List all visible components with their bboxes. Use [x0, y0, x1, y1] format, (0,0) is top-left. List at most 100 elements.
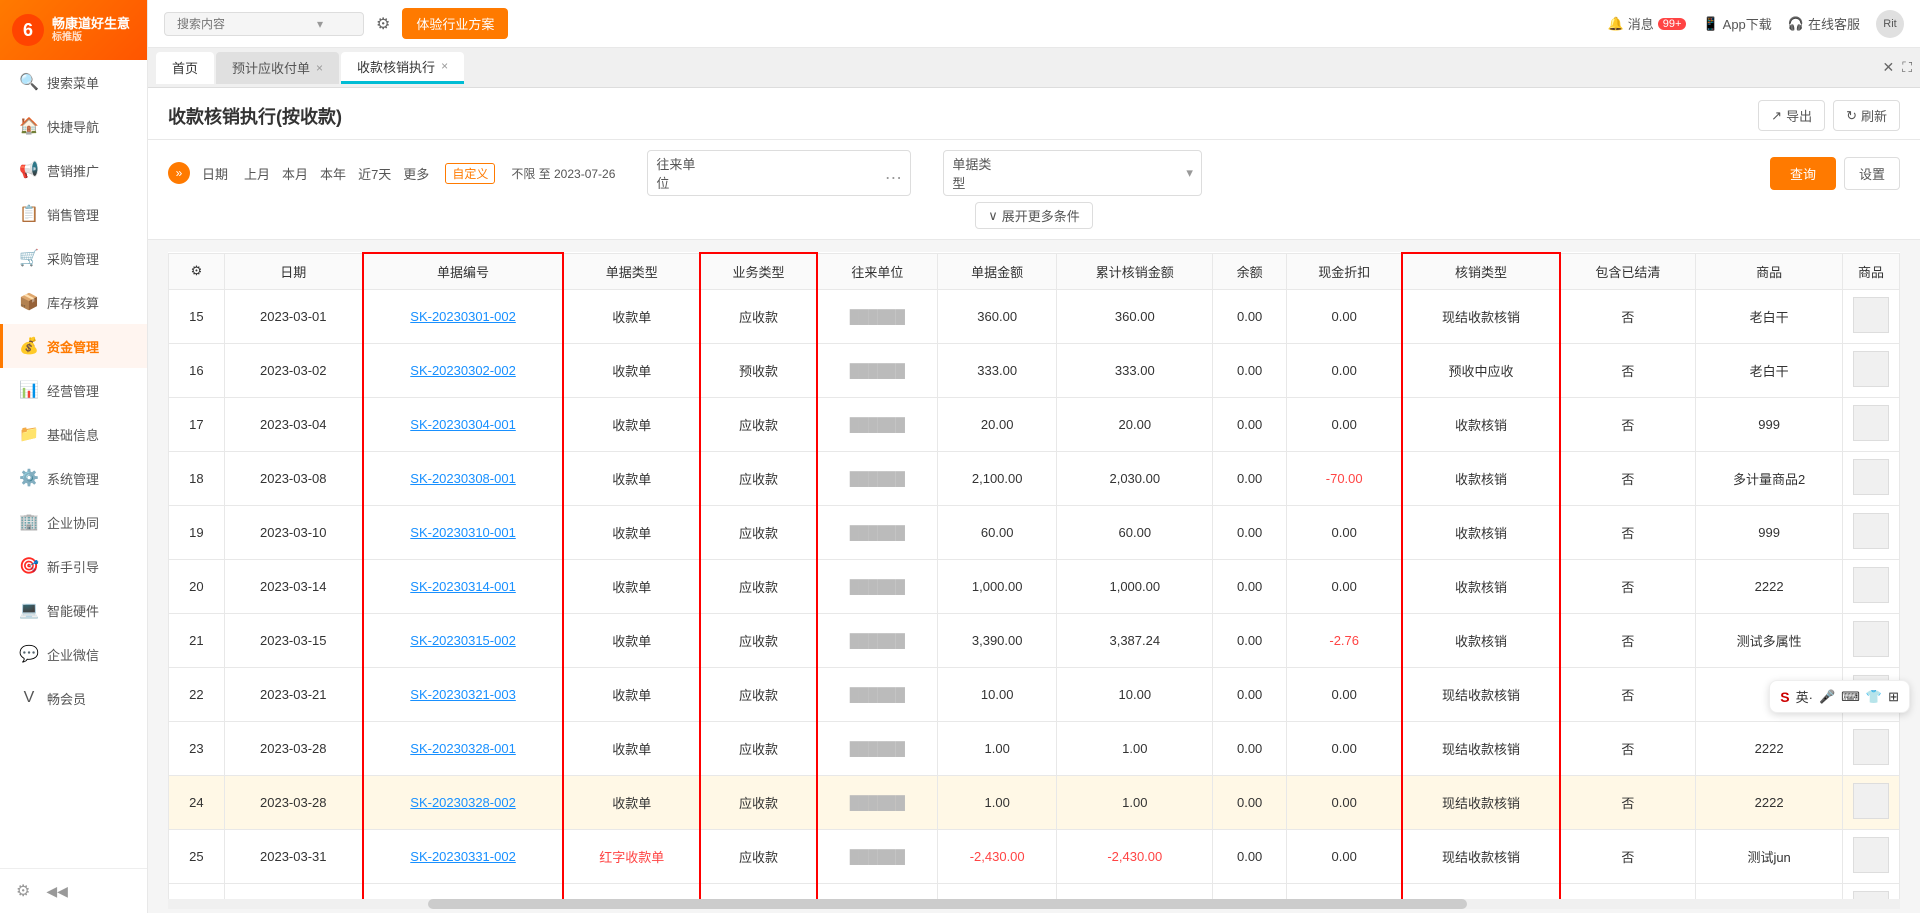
- bill-no-link[interactable]: SK-20230321-003: [410, 687, 516, 702]
- sidebar-item-member[interactable]: V 畅会员: [0, 676, 147, 720]
- user-avatar[interactable]: Rit: [1876, 10, 1904, 38]
- date-last-month-btn[interactable]: 上月: [240, 162, 274, 185]
- refresh-button[interactable]: ↻ 刷新: [1833, 100, 1900, 131]
- cell-partner: ██████: [817, 398, 938, 452]
- date-this-year-btn[interactable]: 本年: [316, 162, 350, 185]
- cell-amount: 1.00: [937, 722, 1056, 776]
- col-date[interactable]: 日期: [224, 253, 362, 290]
- cell-partner: ██████: [817, 506, 938, 560]
- partner-input[interactable]: [696, 166, 884, 181]
- sidebar-item-system[interactable]: ⚙️ 系统管理: [0, 456, 147, 500]
- topbar-right: 🔔 消息 99+ 📱 App下载 🎧 在线客服 Rit: [1608, 10, 1904, 38]
- col-goods2[interactable]: 商品: [1843, 253, 1900, 290]
- search-input[interactable]: [177, 17, 317, 31]
- cell-cash-discount: 0.00: [1287, 722, 1403, 776]
- bill-type-input[interactable]: [999, 166, 1186, 181]
- cell-partner: ██████: [817, 560, 938, 614]
- tab-home[interactable]: 首页: [156, 52, 214, 84]
- horizontal-scrollbar[interactable]: [168, 899, 1900, 909]
- date-more-btn[interactable]: 更多: [399, 162, 433, 185]
- page-header: 收款核销执行(按收款) ↗ 导出 ↻ 刷新: [148, 88, 1920, 140]
- sidebar-item-finance[interactable]: 💰 资金管理: [0, 324, 147, 368]
- solution-button[interactable]: 体验行业方案: [402, 8, 508, 39]
- tab-collection[interactable]: 收款核销执行 ×: [341, 52, 464, 84]
- sidebar-item-quick-nav[interactable]: 🏠 快捷导航: [0, 104, 147, 148]
- col-gear[interactable]: ⚙: [169, 253, 225, 290]
- cell-no: 20: [169, 560, 225, 614]
- service-area[interactable]: 🎧 在线客服: [1788, 14, 1860, 33]
- bill-no-link[interactable]: SK-20230308-001: [410, 471, 516, 486]
- tab-close-all-btn[interactable]: ✕: [1882, 59, 1894, 76]
- settings-icon[interactable]: ⚙: [16, 881, 30, 901]
- col-balance[interactable]: 余额: [1213, 253, 1287, 290]
- bill-no-link[interactable]: SK-20230315-002: [410, 633, 516, 648]
- tab-bar: 首页 预计应收付单 × 收款核销执行 × ✕ ⛶: [148, 48, 1920, 88]
- cell-balance: 0.00: [1213, 830, 1287, 884]
- table-row: 21 2023-03-15 SK-20230315-002 收款单 应收款 ██…: [169, 614, 1900, 668]
- col-cash-discount[interactable]: 现金折扣: [1287, 253, 1403, 290]
- settings-button[interactable]: 设置: [1844, 157, 1900, 190]
- col-goods[interactable]: 商品: [1696, 253, 1843, 290]
- col-bill-no[interactable]: 单据编号: [363, 253, 564, 290]
- prepay-tab-close[interactable]: ×: [316, 61, 323, 75]
- bill-no-link[interactable]: SK-20230314-001: [410, 579, 516, 594]
- cell-include-settled: 否: [1560, 668, 1696, 722]
- sidebar-bottom: ⚙ ◀◀: [0, 868, 147, 913]
- col-biz-type[interactable]: 业务类型: [700, 253, 816, 290]
- sidebar-item-wechat[interactable]: 💬 企业微信: [0, 632, 147, 676]
- sidebar-item-corp[interactable]: 🏢 企业协同: [0, 500, 147, 544]
- mic-icon[interactable]: 🎤: [1819, 689, 1835, 705]
- cell-balance: 0.00: [1213, 452, 1287, 506]
- sidebar-item-purchase[interactable]: 🛒 采购管理: [0, 236, 147, 280]
- cell-cash-discount: 0.00: [1287, 830, 1403, 884]
- bill-no-link[interactable]: SK-20230302-002: [410, 363, 516, 378]
- export-button[interactable]: ↗ 导出: [1758, 100, 1825, 131]
- sidebar-icon-guide: 🎯: [19, 556, 39, 576]
- filter-expand-btn[interactable]: »: [168, 162, 190, 184]
- date-7days-btn[interactable]: 近7天: [354, 162, 395, 185]
- bill-no-link[interactable]: SK-20230310-001: [410, 525, 516, 540]
- gear-icon[interactable]: ⚙: [376, 14, 390, 34]
- bill-type-dropdown-icon[interactable]: ▾: [1186, 165, 1193, 181]
- date-this-month-btn[interactable]: 本月: [278, 162, 312, 185]
- notice-area[interactable]: 🔔 消息 99+: [1608, 14, 1687, 33]
- col-amount[interactable]: 单据金额: [937, 253, 1056, 290]
- collection-tab-close[interactable]: ×: [441, 59, 448, 73]
- sidebar-item-basic-info[interactable]: 📁 基础信息: [0, 412, 147, 456]
- cell-date: 2023-03-14: [224, 560, 362, 614]
- tab-prepay[interactable]: 预计应收付单 ×: [216, 52, 339, 84]
- sidebar-item-search[interactable]: 🔍 搜索菜单: [0, 60, 147, 104]
- expand-more-btn[interactable]: ∨ 展开更多条件: [975, 202, 1093, 229]
- cell-bill-type: 红字收款单: [563, 830, 700, 884]
- bill-no-link[interactable]: SK-20230328-001: [410, 741, 516, 756]
- app-download-area[interactable]: 📱 App下载: [1702, 14, 1771, 33]
- sidebar-item-guide[interactable]: 🎯 新手引导: [0, 544, 147, 588]
- bill-no-link[interactable]: SK-20230331-002: [410, 849, 516, 864]
- sidebar-item-inventory[interactable]: 📦 库存核算: [0, 280, 147, 324]
- sidebar-item-marketing[interactable]: 📢 营销推广: [0, 148, 147, 192]
- logo-text: 畅康道好生意 标推版: [52, 16, 130, 44]
- sidebar-item-sales[interactable]: 📋 销售管理: [0, 192, 147, 236]
- keyboard-icon[interactable]: ⌨: [1841, 689, 1860, 705]
- date-custom-btn[interactable]: 自定义: [445, 163, 495, 184]
- bill-no-link[interactable]: SK-20230301-002: [410, 309, 516, 324]
- partner-search-icon[interactable]: …: [884, 163, 902, 184]
- col-bill-type[interactable]: 单据类型: [563, 253, 700, 290]
- tab-fullscreen-btn[interactable]: ⛶: [1902, 59, 1912, 76]
- cell-goods-thumb: [1843, 884, 1900, 900]
- shirt-icon[interactable]: 👕: [1866, 689, 1882, 705]
- collapse-icon[interactable]: ◀◀: [46, 883, 68, 900]
- col-cancel-type[interactable]: 核销类型: [1402, 253, 1559, 290]
- col-include-settled[interactable]: 包含已结清: [1560, 253, 1696, 290]
- col-partner[interactable]: 往来单位: [817, 253, 938, 290]
- bill-no-link[interactable]: SK-20230304-001: [410, 417, 516, 432]
- scrollbar-thumb[interactable]: [428, 899, 1467, 909]
- grid-icon[interactable]: ⊞: [1888, 689, 1899, 705]
- bill-no-link[interactable]: SK-20230328-002: [410, 795, 516, 810]
- col-accum-cancel[interactable]: 累计核销金额: [1057, 253, 1213, 290]
- cell-partner: ██████: [817, 830, 938, 884]
- sidebar-item-hardware[interactable]: 💻 智能硬件: [0, 588, 147, 632]
- table-row: 17 2023-03-04 SK-20230304-001 收款单 应收款 ██…: [169, 398, 1900, 452]
- sidebar-item-operation[interactable]: 📊 经营管理: [0, 368, 147, 412]
- query-button[interactable]: 查询: [1770, 157, 1836, 190]
